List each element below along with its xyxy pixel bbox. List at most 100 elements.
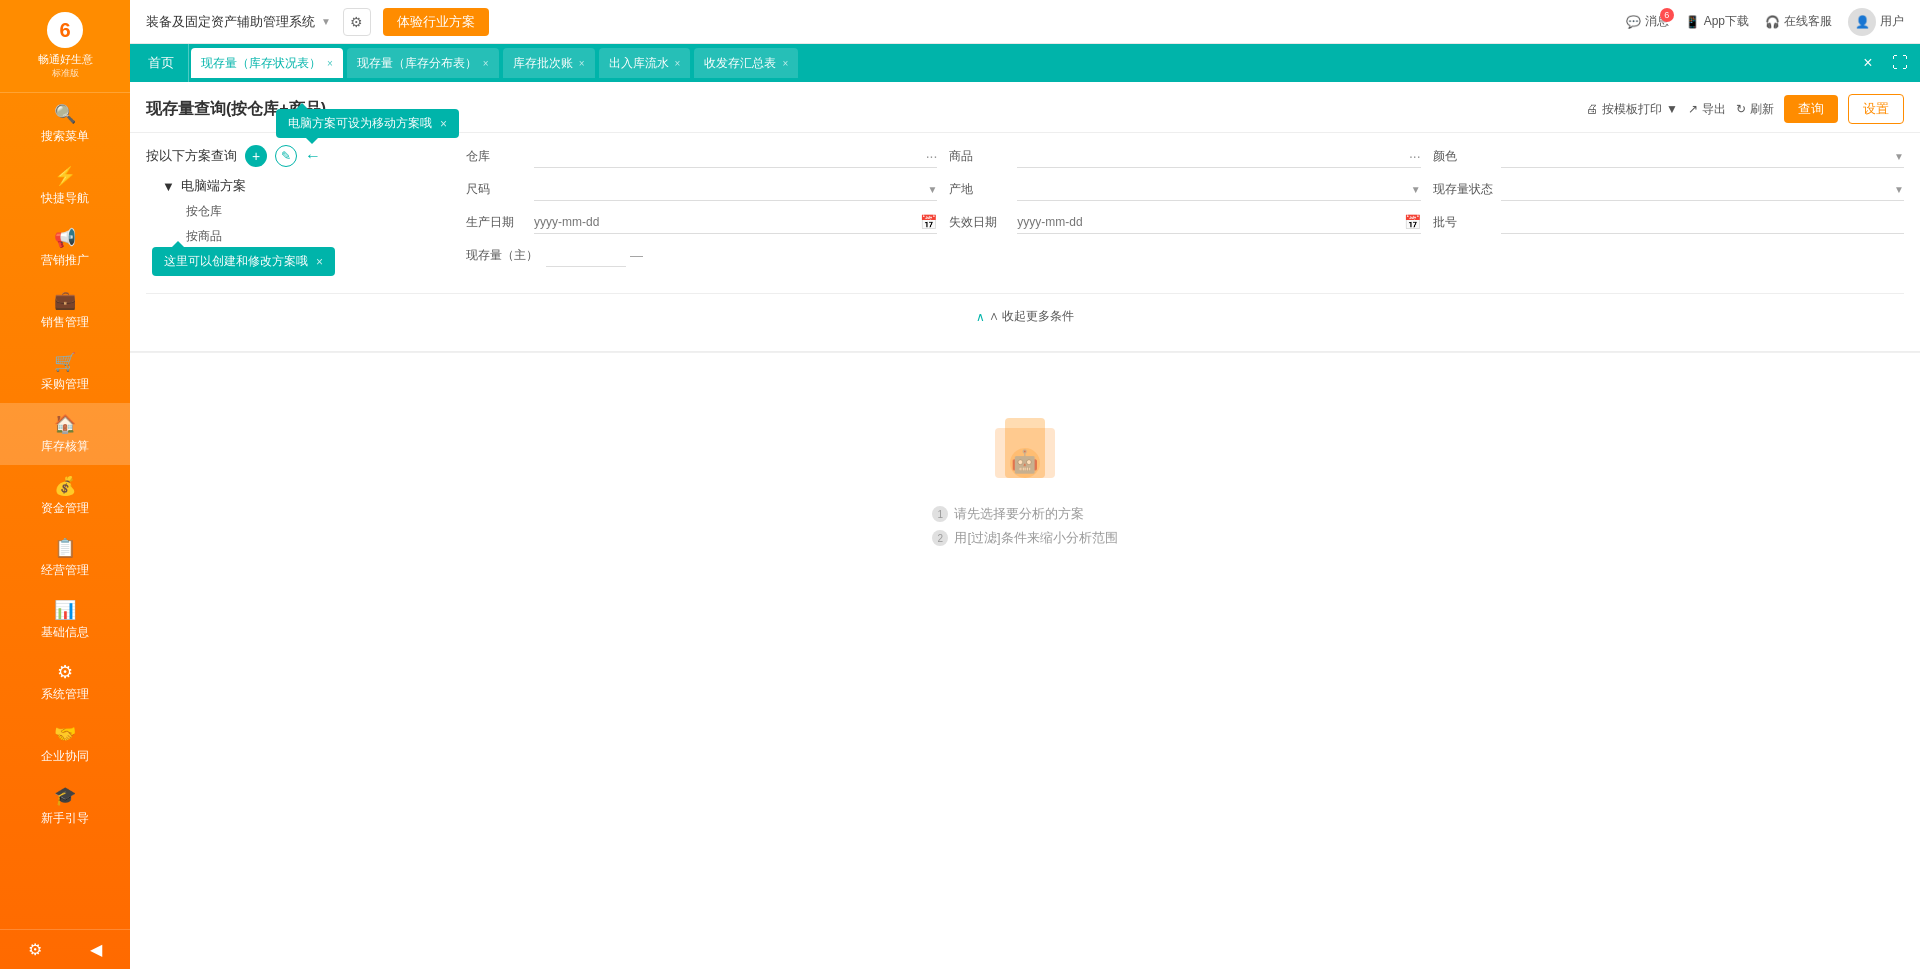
tooltip-close-btn[interactable]: × [440,117,447,131]
tab-inout-flow[interactable]: 出入库流水 × [599,48,691,78]
tab-close-icon[interactable]: × [483,58,489,69]
expdate-field[interactable]: 📅 [1017,211,1420,234]
warehouse-dots[interactable]: ··· [926,148,938,164]
filter-field-color: 颜色 ▼ [1433,145,1904,168]
sidebar-item-purchase[interactable]: 🛒 采购管理 [0,341,130,403]
filter-row-4: 现存量（主） — [466,244,1904,267]
qty-range: — [546,244,937,267]
size-input[interactable] [534,178,927,200]
query-btn[interactable]: 查询 [1784,95,1838,123]
page-content: 现存量查询(按仓库+商品) 🖨 按模板打印 ▼ ↗ 导出 ↻ 刷新 查询 设置 [130,82,1920,969]
proddate-input[interactable] [534,211,916,233]
app-download-btn[interactable]: 📱 App下载 [1685,13,1749,30]
scheme-group-desktop-header[interactable]: ▼ 电脑端方案 [162,177,446,195]
refresh-btn[interactable]: ↻ 刷新 [1736,101,1774,118]
batch-field[interactable] [1501,211,1904,234]
sidebar-item-enterprise[interactable]: 🤝 企业协同 [0,713,130,775]
status-input[interactable] [1501,178,1894,200]
expdate-input[interactable] [1017,211,1399,233]
export-btn[interactable]: ↗ 导出 [1688,101,1726,118]
industry-btn[interactable]: 体验行业方案 [383,8,489,36]
online-service-btn[interactable]: 🎧 在线客服 [1765,13,1832,30]
service-icon: 🎧 [1765,15,1780,29]
message-btn[interactable]: 💬 消息 6 [1626,13,1669,30]
color-select[interactable]: ▼ [1501,145,1904,168]
tab-close-icon[interactable]: × [675,58,681,69]
tab-home[interactable]: 首页 [134,44,189,82]
tab-close-icon[interactable]: × [782,58,788,69]
user-btn[interactable]: 👤 用户 [1848,8,1904,36]
sidebar-item-guide[interactable]: 🎓 新手引导 [0,775,130,837]
empty-icon: 🤖 [975,413,1075,493]
tab-inventory-status[interactable]: 现存量（库存状况表） × [191,48,343,78]
product-dots[interactable]: ··· [1409,148,1421,164]
marketing-icon: 📢 [54,227,76,249]
edit-icon: ✎ [281,149,291,163]
print-icon: 🖨 [1586,102,1598,116]
filter-area: 按以下方案查询 + ✎ ← 电脑方案可 [130,133,1920,352]
tooltip-close-btn2[interactable]: × [316,255,323,269]
filter-edit-btn[interactable]: ✎ [275,145,297,167]
collapse-filter-btn[interactable]: ∧ ∧ 收起更多条件 [976,302,1074,331]
tab-close-icon[interactable]: × [327,58,333,69]
sidebar-item-sales[interactable]: 💼 销售管理 [0,279,130,341]
sidebar-item-label: 快捷导航 [41,190,89,207]
scheme-item-product[interactable]: 按商品 [178,224,446,249]
warehouse-input[interactable] [534,145,926,167]
print-label: 按模板打印 [1602,101,1662,118]
sidebar-item-system[interactable]: ⚙ 系统管理 [0,651,130,713]
tab-inventory-dist[interactable]: 现存量（库存分布表） × [347,48,499,78]
settings-btn[interactable]: 设置 [1848,94,1904,124]
origin-input[interactable] [1017,178,1410,200]
system-name: 装备及固定资产辅助管理系统 ▼ [146,13,331,31]
proddate-calendar-icon[interactable]: 📅 [920,214,937,230]
origin-select[interactable]: ▼ [1017,178,1420,201]
scheme-item-warehouse[interactable]: 按仓库 [178,199,446,224]
status-label: 现存量状态 [1433,181,1493,198]
sidebar-item-search[interactable]: 🔍 搜索菜单 [0,93,130,155]
refresh-icon: ↻ [1736,102,1746,116]
status-select[interactable]: ▼ [1501,178,1904,201]
guide-icon: 🎓 [54,785,76,807]
basicinfo-icon: 📊 [54,599,76,621]
sidebar-item-quicknav[interactable]: ⚡ 快捷导航 [0,155,130,217]
proddate-field[interactable]: 📅 [534,211,937,234]
collapse-sidebar-icon[interactable]: ◀ [90,940,102,959]
filter-add-btn[interactable]: + [245,145,267,167]
sidebar-nav: 🔍 搜索菜单 ⚡ 快捷导航 📢 营销推广 💼 销售管理 🛒 采购管理 🏠 库存核… [0,93,130,929]
filter-field-batch: 批号 [1433,211,1904,234]
app-download-label: App下载 [1704,13,1749,30]
desktop-group-label: 电脑端方案 [181,177,246,195]
print-arrow: ▼ [1666,102,1678,116]
color-arrow: ▼ [1894,151,1904,162]
tab-close-icon[interactable]: × [579,58,585,69]
color-input[interactable] [1501,145,1894,167]
tab-collect-summary[interactable]: 收发存汇总表 × [694,48,798,78]
sidebar-item-label: 新手引导 [41,810,89,827]
user-label: 用户 [1880,13,1904,30]
product-select[interactable]: ··· [1017,145,1420,168]
back-icon: ← [305,147,321,164]
sidebar-item-marketing[interactable]: 📢 营销推广 [0,217,130,279]
sidebar: 6 畅通好生意 标准版 🔍 搜索菜单 ⚡ 快捷导航 📢 营销推广 💼 销售管理 … [0,0,130,969]
sidebar-item-finance[interactable]: 💰 资金管理 [0,465,130,527]
proddate-label: 生产日期 [466,214,526,231]
expand-icon[interactable]: ⛶ [1888,51,1912,75]
filter-back-btn[interactable]: ← [305,147,321,165]
qty-min-input[interactable] [546,244,626,267]
gear-button[interactable]: ⚙ [343,8,371,36]
size-select[interactable]: ▼ [534,178,937,201]
tab-inventory-batch[interactable]: 库存批次账 × [503,48,595,78]
print-btn[interactable]: 🖨 按模板打印 ▼ [1586,101,1678,118]
close-all-tabs-icon[interactable]: × [1856,51,1880,75]
sidebar-item-inventory[interactable]: 🏠 库存核算 [0,403,130,465]
batch-input[interactable] [1501,211,1904,233]
sidebar-item-label: 销售管理 [41,314,89,331]
settings-bottom-icon[interactable]: ⚙ [28,940,42,959]
expdate-calendar-icon[interactable]: 📅 [1404,214,1421,230]
sidebar-item-operations[interactable]: 📋 经营管理 [0,527,130,589]
product-input[interactable] [1017,145,1409,167]
warehouse-select[interactable]: ··· [534,145,937,168]
sidebar-item-basicinfo[interactable]: 📊 基础信息 [0,589,130,651]
tooltip-text: 电脑方案可设为移动方案哦 [288,115,432,132]
